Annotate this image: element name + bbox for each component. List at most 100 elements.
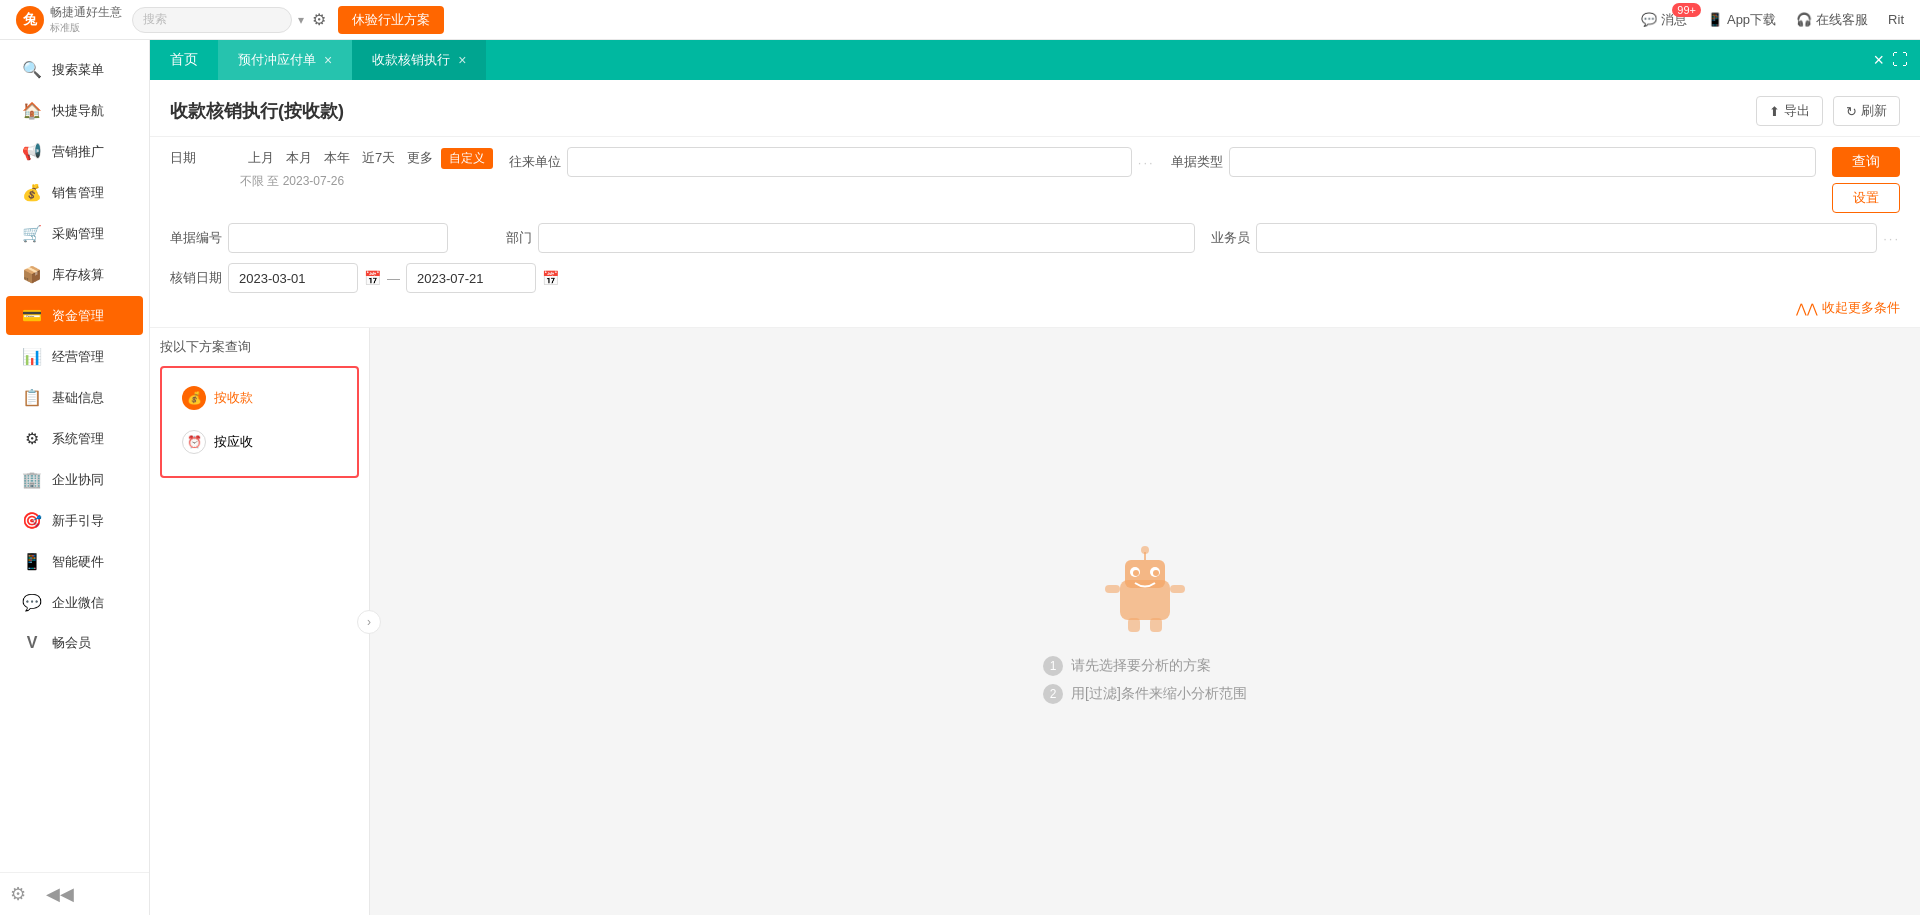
svg-point-4 — [1133, 570, 1139, 576]
chevron-down-icon[interactable]: ▾ — [298, 13, 304, 27]
date-filter: 日期 上月 本月 本年 近7天 更多 自定义 不限 至 2023-07-26 — [170, 147, 493, 190]
sidebar-item-operation[interactable]: 📊 经营管理 — [6, 337, 143, 376]
date-opt-custom[interactable]: 自定义 — [441, 148, 493, 169]
date-opt-7days[interactable]: 近7天 — [358, 147, 399, 169]
empty-state: 1 请先选择要分析的方案 2 用[过滤]条件来缩小分析范围 — [1043, 540, 1247, 704]
sidebar-collapse-icon[interactable]: ◀◀ — [46, 883, 74, 905]
date-opt-this-month[interactable]: 本月 — [282, 147, 316, 169]
date-opt-last-month[interactable]: 上月 — [244, 147, 278, 169]
sidebar-item-label: 畅会员 — [52, 634, 91, 652]
export-button[interactable]: ⬆ 导出 — [1756, 96, 1823, 126]
calendar-start-icon[interactable]: 📅 — [364, 270, 381, 286]
date-opt-this-year[interactable]: 本年 — [320, 147, 354, 169]
salesperson-dots[interactable]: ··· — [1883, 231, 1900, 246]
operation-icon: 📊 — [22, 347, 42, 366]
receipt-icon: 💰 — [182, 386, 206, 410]
counterparty-input[interactable] — [567, 147, 1132, 177]
sidebar-item-hardware[interactable]: 📱 智能硬件 — [6, 542, 143, 581]
dept-label: 部门 — [506, 229, 532, 247]
industry-button[interactable]: 休验行业方案 — [338, 6, 444, 34]
sidebar-item-label: 经营管理 — [52, 348, 104, 366]
date-opt-more[interactable]: 更多 — [403, 147, 437, 169]
query-option-by-receivable[interactable]: ⏰ 按应收 — [172, 422, 347, 462]
tab-close-icon2[interactable]: × — [458, 52, 466, 68]
finance-icon: 💳 — [22, 306, 42, 325]
sidebar-item-finance[interactable]: 💳 资金管理 — [6, 296, 143, 335]
settings-button[interactable]: 设置 — [1832, 183, 1900, 213]
sidebar-item-label: 采购管理 — [52, 225, 104, 243]
tab-bar: 首页 预付冲应付单 × 收款核销执行 × × ⛶ — [150, 40, 1920, 80]
user-info[interactable]: Rit — [1888, 12, 1904, 27]
sidebar-item-sales[interactable]: 💰 销售管理 — [6, 173, 143, 212]
sidebar-item-label: 搜索菜单 — [52, 61, 104, 79]
message-button[interactable]: 💬 消息 99+ — [1641, 11, 1687, 29]
filter-action-buttons: 查询 设置 — [1832, 147, 1900, 213]
doctype-filter: 单据类型 — [1171, 147, 1816, 177]
refresh-button[interactable]: ↻ 刷新 — [1833, 96, 1900, 126]
more-conditions-button[interactable]: ⋀⋀ 收起更多条件 — [1796, 299, 1900, 317]
empty-illustration — [1095, 540, 1195, 640]
empty-text: 1 请先选择要分析的方案 2 用[过滤]条件来缩小分析范围 — [1043, 656, 1247, 704]
dept-select[interactable] — [538, 223, 1195, 253]
marketing-icon: 📢 — [22, 142, 42, 161]
home-icon: 🏠 — [22, 101, 42, 120]
sidebar-item-marketing[interactable]: 📢 营销推广 — [6, 132, 143, 171]
sidebar-item-member[interactable]: V 畅会员 — [6, 624, 143, 662]
date-dash: — — [387, 271, 400, 286]
filter-area: 日期 上月 本月 本年 近7天 更多 自定义 不限 至 2023-07-26 往… — [150, 137, 1920, 328]
svg-rect-11 — [1150, 618, 1162, 632]
sidebar-gear-icon[interactable]: ⚙ — [10, 883, 26, 905]
search-icon: 🔍 — [22, 60, 42, 79]
date-options-row: 日期 上月 本月 本年 近7天 更多 自定义 — [170, 147, 493, 169]
docno-label: 单据编号 — [170, 229, 222, 247]
sidebar-item-basic[interactable]: 📋 基础信息 — [6, 378, 143, 417]
calendar-end-icon[interactable]: 📅 — [542, 270, 559, 286]
sidebar-item-label: 智能硬件 — [52, 553, 104, 571]
query-sidebar: 按以下方案查询 💰 按收款 ⏰ 按应收 › — [150, 328, 370, 915]
collapse-icon: › — [367, 615, 371, 629]
content-area: 首页 预付冲应付单 × 收款核销执行 × × ⛶ 收款核销执行(按收款) ⬆ 导… — [150, 40, 1920, 915]
sidebar-item-inventory[interactable]: 📦 库存核算 — [6, 255, 143, 294]
gear-icon[interactable]: ⚙ — [312, 10, 326, 29]
verify-date-end-input[interactable] — [406, 263, 536, 293]
app-download-button[interactable]: 📱 App下载 — [1707, 11, 1776, 29]
sidebar-item-guide[interactable]: 🎯 新手引导 — [6, 501, 143, 540]
online-service-button[interactable]: 🎧 在线客服 — [1796, 11, 1868, 29]
sidebar-item-purchase[interactable]: 🛒 采购管理 — [6, 214, 143, 253]
docno-input[interactable] — [228, 223, 448, 253]
svg-rect-8 — [1105, 585, 1120, 593]
wechat-icon: 💬 — [22, 593, 42, 612]
query-panel-layout: 按以下方案查询 💰 按收款 ⏰ 按应收 › — [150, 328, 1920, 915]
tab-collection[interactable]: 收款核销执行 × — [352, 40, 486, 80]
verify-date-start-input[interactable] — [228, 263, 358, 293]
doctype-select[interactable] — [1229, 147, 1816, 177]
sidebar-item-enterprise[interactable]: 🏢 企业协同 — [6, 460, 143, 499]
tab-close-icon[interactable]: × — [324, 52, 332, 68]
query-option-label: 按收款 — [214, 389, 253, 407]
tab-prepay[interactable]: 预付冲应付单 × — [218, 40, 352, 80]
tab-expand-button[interactable]: ⛶ — [1892, 51, 1908, 69]
sidebar-item-label: 新手引导 — [52, 512, 104, 530]
tab-close-button[interactable]: × — [1873, 50, 1884, 71]
sidebar-item-search[interactable]: 🔍 搜索菜单 — [6, 50, 143, 89]
main-content: 1 请先选择要分析的方案 2 用[过滤]条件来缩小分析范围 — [370, 328, 1920, 915]
empty-hint-2: 2 用[过滤]条件来缩小分析范围 — [1043, 684, 1247, 704]
refresh-icon: ↻ — [1846, 104, 1857, 119]
salesperson-input[interactable] — [1256, 223, 1877, 253]
sidebar-item-wechat[interactable]: 💬 企业微信 — [6, 583, 143, 622]
sidebar-item-system[interactable]: ⚙ 系统管理 — [6, 419, 143, 458]
sidebar-item-quick-nav[interactable]: 🏠 快捷导航 — [6, 91, 143, 130]
counterparty-dots[interactable]: ··· — [1138, 155, 1155, 170]
sidebar-collapse-button[interactable]: › — [357, 610, 381, 634]
purchase-icon: 🛒 — [22, 224, 42, 243]
sidebar-item-label: 系统管理 — [52, 430, 104, 448]
hardware-icon: 📱 — [22, 552, 42, 571]
search-box[interactable]: 搜索 — [132, 7, 292, 33]
guide-icon: 🎯 — [22, 511, 42, 530]
member-icon: V — [22, 634, 42, 652]
tab-home[interactable]: 首页 — [150, 40, 218, 80]
main-layout: 🔍 搜索菜单 🏠 快捷导航 📢 营销推广 💰 销售管理 🛒 采购管理 📦 — [0, 40, 1920, 915]
query-options-panel: 💰 按收款 ⏰ 按应收 — [160, 366, 359, 478]
query-option-by-receipt[interactable]: 💰 按收款 — [172, 378, 347, 418]
query-button[interactable]: 查询 — [1832, 147, 1900, 177]
